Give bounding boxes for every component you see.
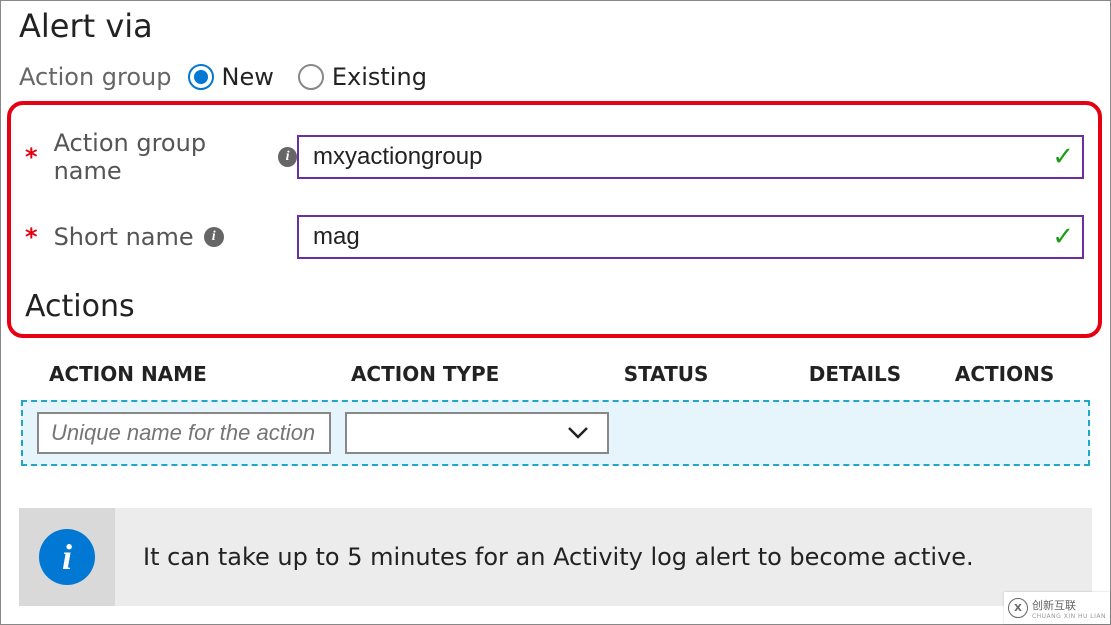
th-action-name: ACTION NAME (49, 362, 351, 386)
required-star-icon: * (25, 223, 38, 251)
radio-existing-label: Existing (332, 63, 427, 91)
info-banner-icon-box: i (19, 508, 115, 606)
watermark-brand: 创新互联 (1032, 597, 1106, 613)
actions-table-header: ACTION NAME ACTION TYPE STATUS DETAILS A… (19, 338, 1092, 400)
th-status: STATUS (624, 362, 809, 386)
watermark-logo-icon: X (1008, 598, 1028, 618)
checkmark-icon: ✓ (1052, 142, 1074, 172)
radio-new-label: New (222, 63, 274, 91)
action-group-name-input[interactable] (297, 135, 1084, 179)
radio-circle-icon (188, 64, 214, 90)
radio-circle-icon (298, 64, 324, 90)
highlight-box: * Action group name i ✓ * Short name i ✓… (7, 101, 1102, 338)
action-group-name-label: Action group name (54, 129, 269, 185)
actions-heading: Actions (25, 289, 1084, 324)
short-name-label: Short name (54, 223, 194, 251)
th-details: DETAILS (809, 362, 955, 386)
short-name-input[interactable] (297, 215, 1084, 259)
action-type-select[interactable] (345, 412, 609, 454)
watermark: X 创新互联 CHUANG XIN HU LIAN (1004, 592, 1110, 624)
action-group-radio-row: Action group New Existing (19, 63, 1092, 91)
form-row-short-name: * Short name i ✓ (25, 215, 1084, 259)
info-icon: i (39, 529, 95, 585)
radio-new[interactable]: New (188, 63, 274, 91)
radio-group: New Existing (188, 63, 427, 91)
required-star-icon: * (25, 143, 38, 171)
action-group-label: Action group (19, 63, 172, 91)
radio-dot-icon (194, 70, 208, 84)
th-actions: ACTIONS (955, 362, 1062, 386)
checkmark-icon: ✓ (1052, 222, 1074, 252)
info-icon[interactable]: i (278, 147, 297, 167)
info-banner: i It can take up to 5 minutes for an Act… (19, 508, 1092, 606)
th-action-type: ACTION TYPE (351, 362, 624, 386)
action-name-input[interactable] (37, 412, 331, 454)
watermark-sub: CHUANG XIN HU LIAN (1032, 613, 1106, 620)
section-title: Alert via (19, 7, 1092, 45)
form-row-action-group-name: * Action group name i ✓ (25, 129, 1084, 185)
actions-new-row (21, 400, 1090, 466)
radio-existing[interactable]: Existing (298, 63, 427, 91)
info-icon[interactable]: i (204, 227, 224, 247)
info-banner-text: It can take up to 5 minutes for an Activ… (143, 543, 974, 571)
chevron-down-icon (567, 426, 589, 440)
